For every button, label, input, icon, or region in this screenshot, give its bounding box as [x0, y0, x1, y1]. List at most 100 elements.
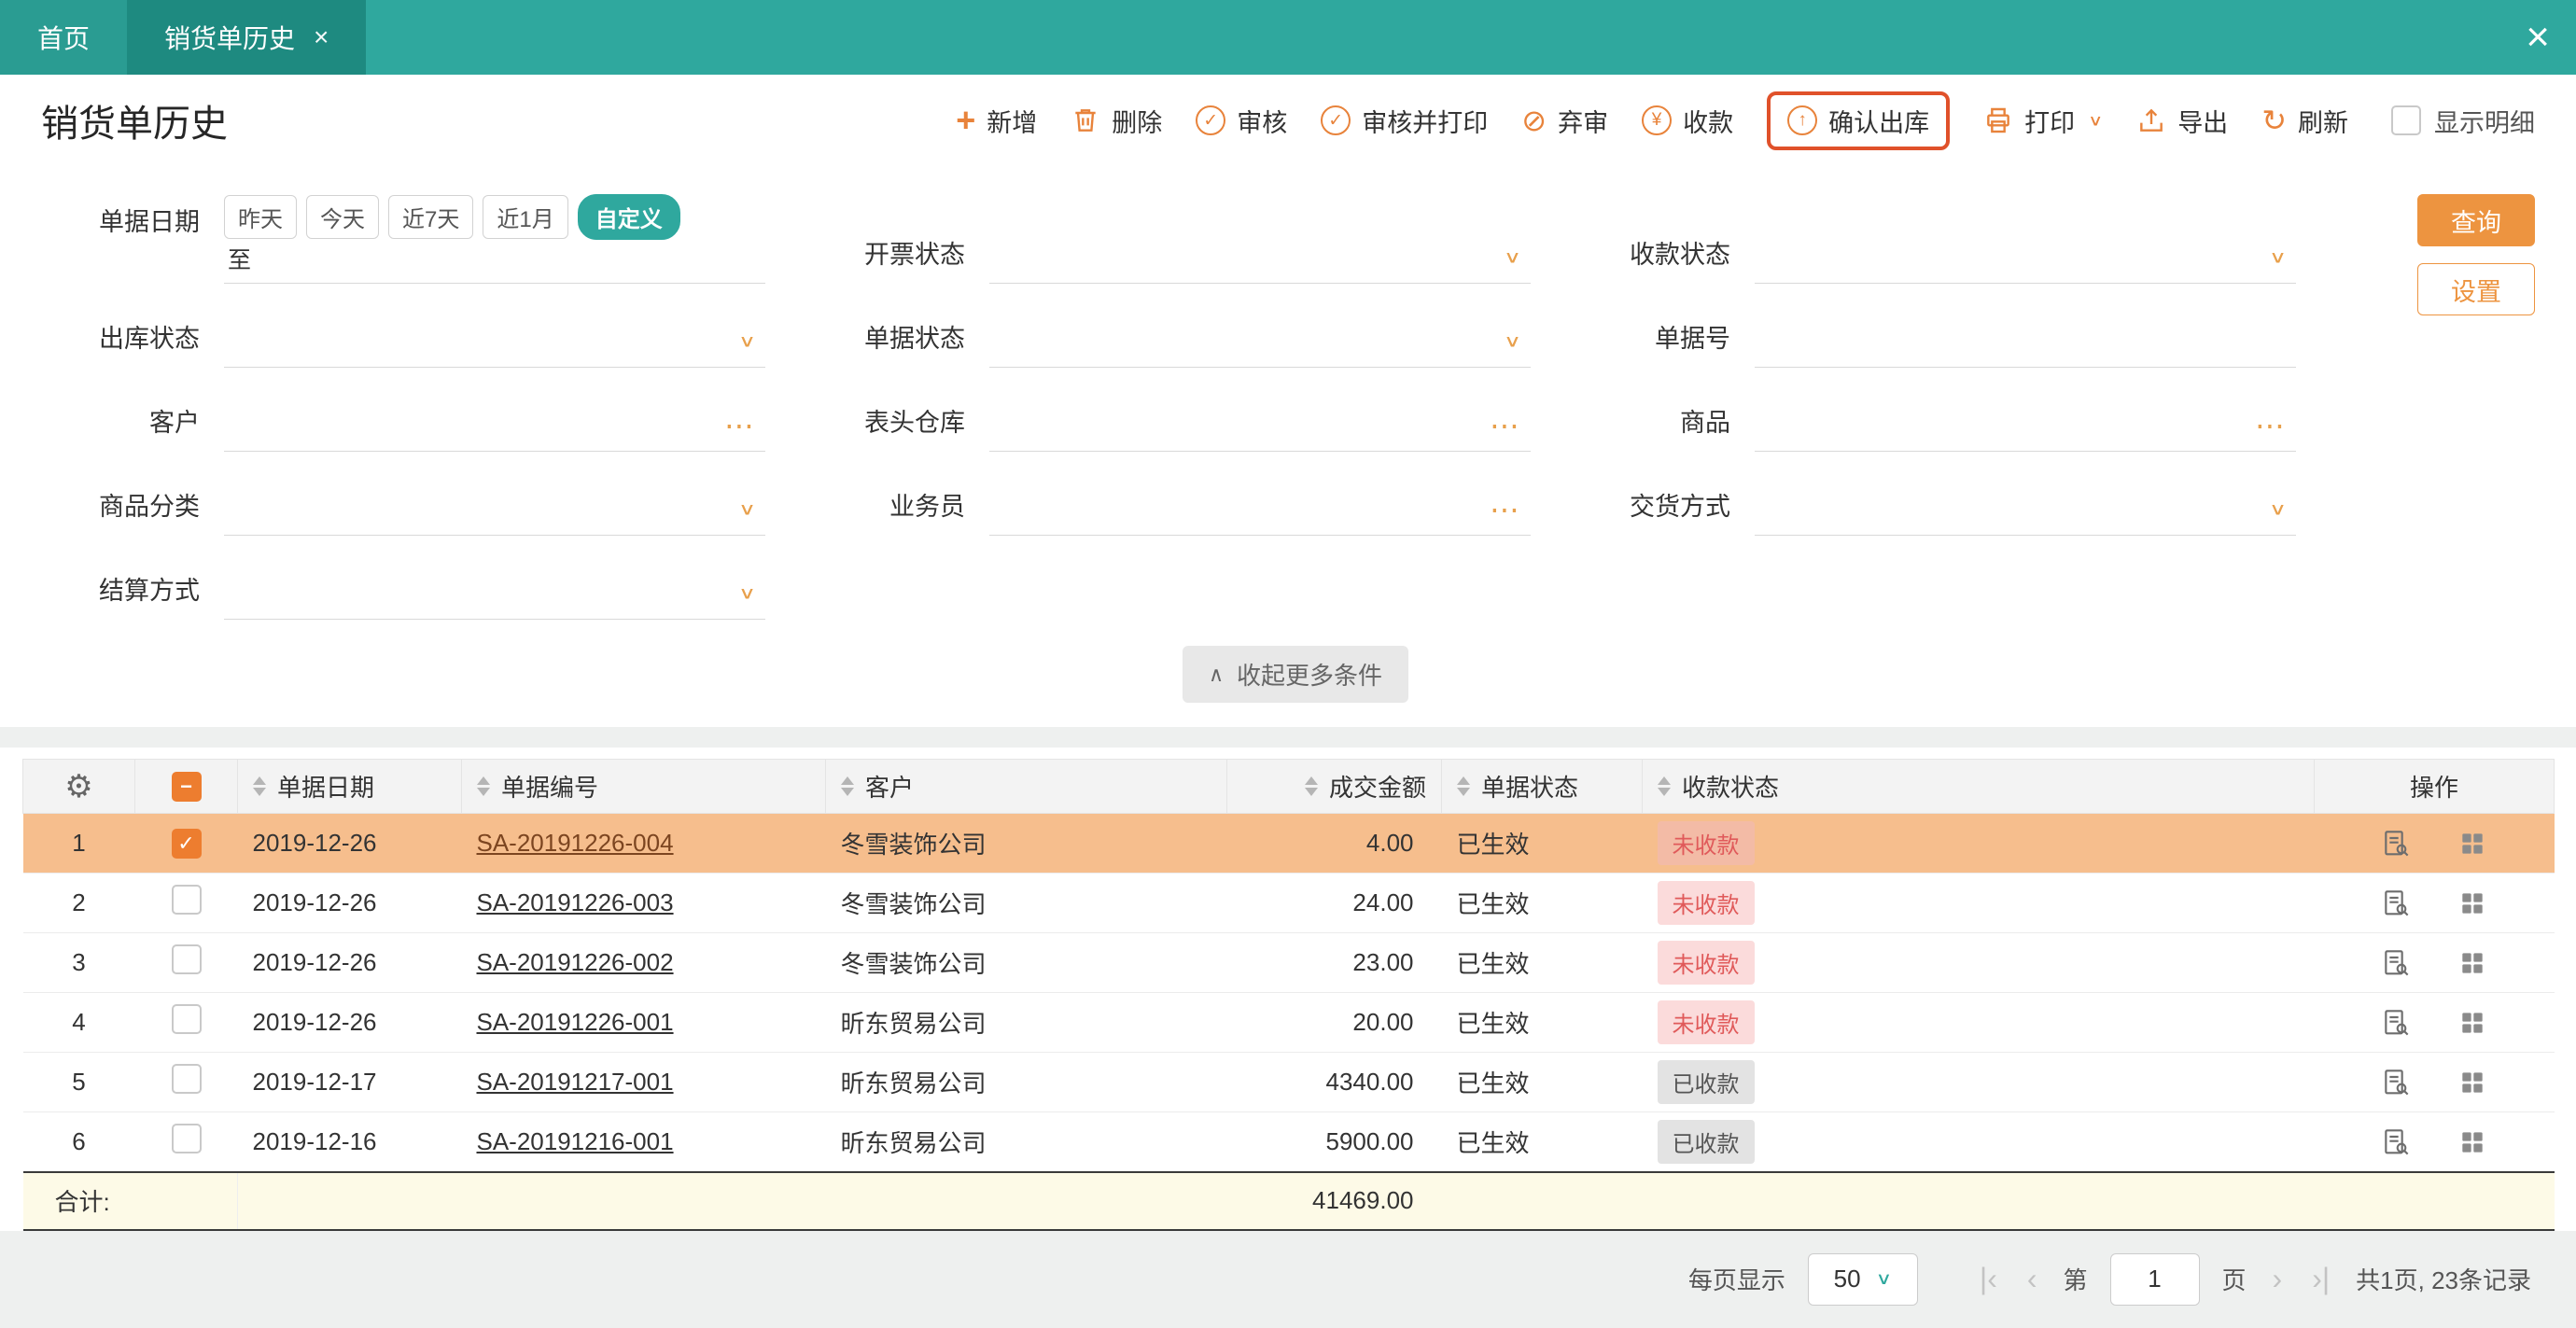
payment-status-badge: 未收款 — [1657, 941, 1755, 985]
delivery-method-select[interactable]: ∨ — [1755, 487, 2296, 536]
view-doc-icon[interactable] — [2381, 1008, 2411, 1038]
window-close-icon[interactable]: × — [2526, 0, 2550, 75]
settings-button[interactable]: 设置 — [2417, 263, 2535, 315]
header-customer[interactable]: 客户 — [825, 759, 1227, 814]
row-checkbox[interactable] — [171, 885, 202, 915]
doc-number-link[interactable]: SA-20191226-004 — [477, 829, 674, 857]
select-all-checkbox[interactable]: − — [171, 771, 202, 802]
outbound-status-select[interactable]: ∨ — [224, 319, 765, 368]
print-button[interactable]: 打印 ∨ — [1983, 103, 2103, 139]
circle-slash-icon: ⊘ — [1521, 104, 1547, 137]
row-checkbox[interactable]: ✓ — [171, 829, 202, 859]
view-doc-icon[interactable] — [2381, 829, 2411, 859]
query-button[interactable]: 查询 — [2417, 194, 2535, 246]
show-detail-toggle[interactable]: 显示明细 — [2391, 103, 2535, 139]
row-checkbox[interactable] — [171, 1064, 202, 1094]
ellipsis-icon: ⋯ — [1490, 409, 1521, 442]
invoice-status-select[interactable]: ∨ — [989, 235, 1531, 284]
grid-icon[interactable] — [2457, 1068, 2487, 1097]
confirm-outbound-button[interactable]: ↑ 确认出库 — [1767, 91, 1951, 150]
row-checkbox[interactable] — [171, 944, 202, 974]
chevron-down-icon: ∨ — [1875, 1269, 1893, 1289]
salesperson-picker[interactable]: ⋯ — [989, 487, 1531, 536]
date-chip-last7days[interactable]: 近7天 — [388, 195, 474, 239]
row-number: 3 — [22, 932, 135, 993]
prev-page-icon[interactable]: ‹ — [2023, 1262, 2041, 1296]
show-detail-checkbox[interactable] — [2391, 105, 2421, 135]
header-amount[interactable]: 成交金额 — [1226, 759, 1442, 814]
date-chip-today[interactable]: 今天 — [306, 195, 379, 239]
cell-doc-status: 已生效 — [1441, 992, 1643, 1053]
date-chip-custom[interactable]: 自定义 — [577, 194, 680, 240]
per-page-select[interactable]: 50 ∨ — [1807, 1252, 1918, 1306]
collapse-conditions-button[interactable]: ∧ 收起更多条件 — [1182, 646, 1409, 703]
chevron-down-icon: ∨ — [737, 330, 756, 351]
grid-icon[interactable] — [2457, 888, 2487, 918]
doc-status-select[interactable]: ∨ — [989, 319, 1531, 368]
tab-home[interactable]: 首页 — [0, 0, 128, 75]
row-checkbox[interactable] — [171, 1004, 202, 1034]
product-category-select[interactable]: ∨ — [224, 487, 765, 536]
view-doc-icon[interactable] — [2381, 1068, 2411, 1097]
unaudit-button[interactable]: ⊘ 弃审 — [1521, 103, 1608, 139]
view-doc-icon[interactable] — [2381, 888, 2411, 918]
header-doc-status[interactable]: 单据状态 — [1441, 759, 1643, 814]
doc-number-link[interactable]: SA-20191226-003 — [477, 888, 674, 916]
delete-button[interactable]: 删除 — [1071, 103, 1162, 139]
audit-button[interactable]: ✓ 审核 — [1196, 103, 1287, 139]
customer-picker[interactable]: ⋯ — [224, 403, 765, 452]
doc-number-link[interactable]: SA-20191216-001 — [477, 1127, 674, 1155]
settlement-method-select[interactable]: ∨ — [224, 571, 765, 620]
view-doc-icon[interactable] — [2381, 948, 2411, 978]
product-picker[interactable]: ⋯ — [1755, 403, 2296, 452]
grid-icon[interactable] — [2457, 948, 2487, 978]
doc-no-input[interactable] — [1755, 319, 2296, 368]
sort-icon[interactable] — [253, 776, 266, 796]
add-button[interactable]: + 新增 — [956, 103, 1037, 139]
row-checkbox[interactable] — [171, 1123, 202, 1153]
export-button[interactable]: 导出 — [2136, 103, 2228, 139]
first-page-icon[interactable]: |‹ — [1976, 1262, 2001, 1296]
tab-close-icon[interactable]: × — [314, 22, 329, 52]
grid-icon[interactable] — [2457, 1127, 2487, 1157]
header-doc-no[interactable]: 单据编号 — [461, 759, 826, 814]
table-row[interactable]: 1 ✓ 2019-12-26 SA-20191226-004 冬雪装饰公司 4.… — [22, 813, 2555, 874]
tab-sales-history[interactable]: 销货单历史 × — [127, 0, 367, 75]
date-chip-lastmonth[interactable]: 近1月 — [483, 195, 568, 239]
sort-icon[interactable] — [841, 776, 854, 796]
collect-payment-button[interactable]: ¥ 收款 — [1642, 103, 1733, 139]
gear-icon[interactable]: ⚙ — [64, 768, 92, 805]
refresh-icon: ↻ — [2261, 104, 2287, 137]
header-doc-date[interactable]: 单据日期 — [237, 759, 462, 814]
table-row[interactable]: 6 2019-12-16 SA-20191216-001 昕东贸易公司 5900… — [22, 1111, 2555, 1173]
view-doc-icon[interactable] — [2381, 1127, 2411, 1157]
warehouse-picker[interactable]: ⋯ — [989, 403, 1531, 452]
sort-icon[interactable] — [1304, 776, 1318, 796]
doc-number-link[interactable]: SA-20191226-001 — [477, 1008, 674, 1036]
next-page-icon[interactable]: › — [2269, 1262, 2287, 1296]
doc-number-link[interactable]: SA-20191226-002 — [477, 948, 674, 976]
cell-amount: 23.00 — [1226, 932, 1442, 993]
grid-icon[interactable] — [2457, 1008, 2487, 1038]
sort-icon[interactable] — [1457, 776, 1470, 796]
sort-icon[interactable] — [477, 776, 490, 796]
row-number: 1 — [22, 813, 135, 874]
payment-status-select[interactable]: ∨ — [1755, 235, 2296, 284]
date-chip-yesterday[interactable]: 昨天 — [224, 195, 297, 239]
table-row[interactable]: 4 2019-12-26 SA-20191226-001 昕东贸易公司 20.0… — [22, 992, 2555, 1053]
page-number-input[interactable] — [2109, 1252, 2200, 1306]
doc-date-label: 单据日期 — [99, 208, 200, 236]
audit-print-button[interactable]: ✓ 审核并打印 — [1321, 103, 1488, 139]
refresh-button[interactable]: ↻ 刷新 — [2261, 103, 2348, 139]
table-row[interactable]: 5 2019-12-17 SA-20191217-001 昕东贸易公司 4340… — [22, 1052, 2555, 1112]
sort-icon[interactable] — [1658, 776, 1671, 796]
header-payment-status[interactable]: 收款状态 — [1642, 759, 2315, 814]
settlement-method-label: 结算方式 — [99, 577, 200, 605]
cell-doc-status: 已生效 — [1441, 932, 1643, 993]
table-row[interactable]: 2 2019-12-26 SA-20191226-003 冬雪装饰公司 24.0… — [22, 873, 2555, 933]
table-row[interactable]: 3 2019-12-26 SA-20191226-002 冬雪装饰公司 23.0… — [22, 932, 2555, 993]
last-page-icon[interactable]: ›| — [2308, 1262, 2333, 1296]
doc-number-link[interactable]: SA-20191217-001 — [477, 1068, 674, 1096]
grid-icon[interactable] — [2457, 829, 2487, 859]
date-range-inputs[interactable]: 至 — [224, 242, 765, 284]
